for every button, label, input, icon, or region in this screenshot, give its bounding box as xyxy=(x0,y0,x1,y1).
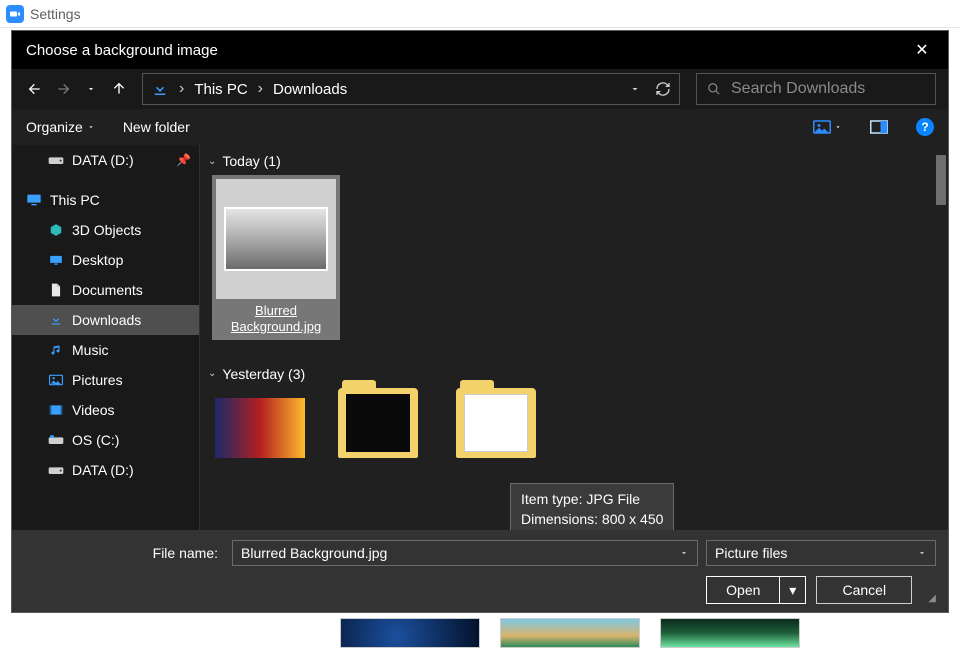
pc-icon xyxy=(26,192,42,208)
toolbar: Organize New folder ? xyxy=(12,109,948,145)
open-dropdown[interactable]: ▾ xyxy=(780,576,806,604)
tree-item-this-pc[interactable]: This PC xyxy=(12,185,199,215)
nav-recent-dropdown[interactable] xyxy=(80,78,102,100)
nav-tree: DATA (D:)📌 This PC 3D Objects Desktop Do… xyxy=(12,145,200,530)
tree-item-documents[interactable]: Documents xyxy=(12,275,199,305)
thumbnail-image xyxy=(216,179,336,299)
open-button[interactable]: Open xyxy=(706,576,780,604)
tree-item-data-d-drive[interactable]: DATA (D:) xyxy=(12,455,199,485)
tree-item-3d-objects[interactable]: 3D Objects xyxy=(12,215,199,245)
chevron-down-icon: ⌄ xyxy=(208,156,216,167)
cancel-button[interactable]: Cancel xyxy=(816,576,912,604)
dialog-footer: File name: Blurred Background.jpg Pictur… xyxy=(12,530,948,612)
zoom-bg-strip xyxy=(340,618,800,648)
search-placeholder: Search Downloads xyxy=(731,80,865,98)
breadcrumb-downloads[interactable]: Downloads xyxy=(273,81,347,98)
file-tooltip: Item type: JPG File Dimensions: 800 x 45… xyxy=(510,483,674,530)
downloads-icon xyxy=(48,312,64,328)
search-icon xyxy=(707,82,721,96)
dialog-titlebar: Choose a background image ✕ xyxy=(12,31,948,69)
drive-icon xyxy=(48,462,64,478)
group-header-yesterday[interactable]: ⌄ Yesterday (3) xyxy=(200,358,948,388)
new-folder-button[interactable]: New folder xyxy=(123,119,190,135)
tree-item-music[interactable]: Music xyxy=(12,335,199,365)
preview-pane-toggle[interactable] xyxy=(870,120,888,134)
filetype-select[interactable]: Picture files xyxy=(706,540,936,566)
address-dropdown[interactable] xyxy=(629,83,641,95)
drive-icon xyxy=(48,432,64,448)
refresh-button[interactable] xyxy=(655,81,671,97)
view-mode-picture[interactable] xyxy=(813,120,842,134)
tree-item-pictures[interactable]: Pictures xyxy=(12,365,199,395)
music-icon xyxy=(48,342,64,358)
drive-icon xyxy=(48,152,64,168)
chevron-down-icon xyxy=(917,548,927,558)
videos-icon xyxy=(48,402,64,418)
tree-item-videos[interactable]: Videos xyxy=(12,395,199,425)
document-icon xyxy=(48,282,64,298)
zoom-settings-titlebar: Settings xyxy=(0,0,960,28)
breadcrumb-this-pc[interactable]: This PC xyxy=(194,81,247,98)
downloads-icon xyxy=(151,80,169,98)
zoom-bg-thumb[interactable] xyxy=(500,618,640,648)
file-thumb[interactable] xyxy=(330,388,426,458)
address-bar[interactable]: › This PC › Downloads xyxy=(142,73,680,105)
nav-up-button[interactable] xyxy=(108,78,130,100)
zoom-bg-thumb[interactable] xyxy=(660,618,800,648)
tree-item-data-d[interactable]: DATA (D:)📌 xyxy=(12,145,199,175)
scrollbar-thumb[interactable] xyxy=(936,155,946,205)
dialog-title: Choose a background image xyxy=(26,42,218,59)
file-open-dialog: Choose a background image ✕ › This PC › … xyxy=(11,30,949,613)
breadcrumb-separator: › xyxy=(258,80,263,98)
pictures-icon xyxy=(48,372,64,388)
breadcrumb-separator: › xyxy=(179,80,184,98)
desktop-icon xyxy=(48,252,64,268)
help-button[interactable]: ? xyxy=(916,118,934,136)
chevron-down-icon: ⌄ xyxy=(208,368,216,379)
zoom-settings-title: Settings xyxy=(30,6,81,22)
file-thumb[interactable] xyxy=(448,388,544,458)
close-button[interactable]: ✕ xyxy=(910,40,934,60)
nav-forward-button[interactable] xyxy=(52,78,74,100)
file-caption: Blurred Background.jpg xyxy=(216,303,336,336)
tree-item-downloads[interactable]: Downloads xyxy=(12,305,199,335)
file-thumb[interactable] xyxy=(212,398,308,458)
file-thumb-blurred-background[interactable]: Blurred Background.jpg xyxy=(212,175,340,340)
resize-grip[interactable]: ◢ xyxy=(928,593,936,604)
group-header-today[interactable]: ⌄ Today (1) xyxy=(200,145,948,175)
zoom-app-icon xyxy=(6,5,24,23)
nav-back-button[interactable] xyxy=(24,78,46,100)
zoom-bg-thumb[interactable] xyxy=(340,618,480,648)
filename-label: File name: xyxy=(24,545,224,561)
search-box[interactable]: Search Downloads xyxy=(696,73,936,105)
filename-input[interactable]: Blurred Background.jpg xyxy=(232,540,698,566)
tree-item-os-c[interactable]: OS (C:) xyxy=(12,425,199,455)
cube-icon xyxy=(48,222,64,238)
chevron-down-icon xyxy=(679,548,689,558)
pin-icon: 📌 xyxy=(176,153,191,167)
organize-menu[interactable]: Organize xyxy=(26,119,95,135)
tree-item-desktop[interactable]: Desktop xyxy=(12,245,199,275)
file-list[interactable]: ⌄ Today (1) Blurred Background.jpg ⌄ Yes… xyxy=(200,145,948,530)
nav-row: › This PC › Downloads Search Downloads xyxy=(12,69,948,109)
